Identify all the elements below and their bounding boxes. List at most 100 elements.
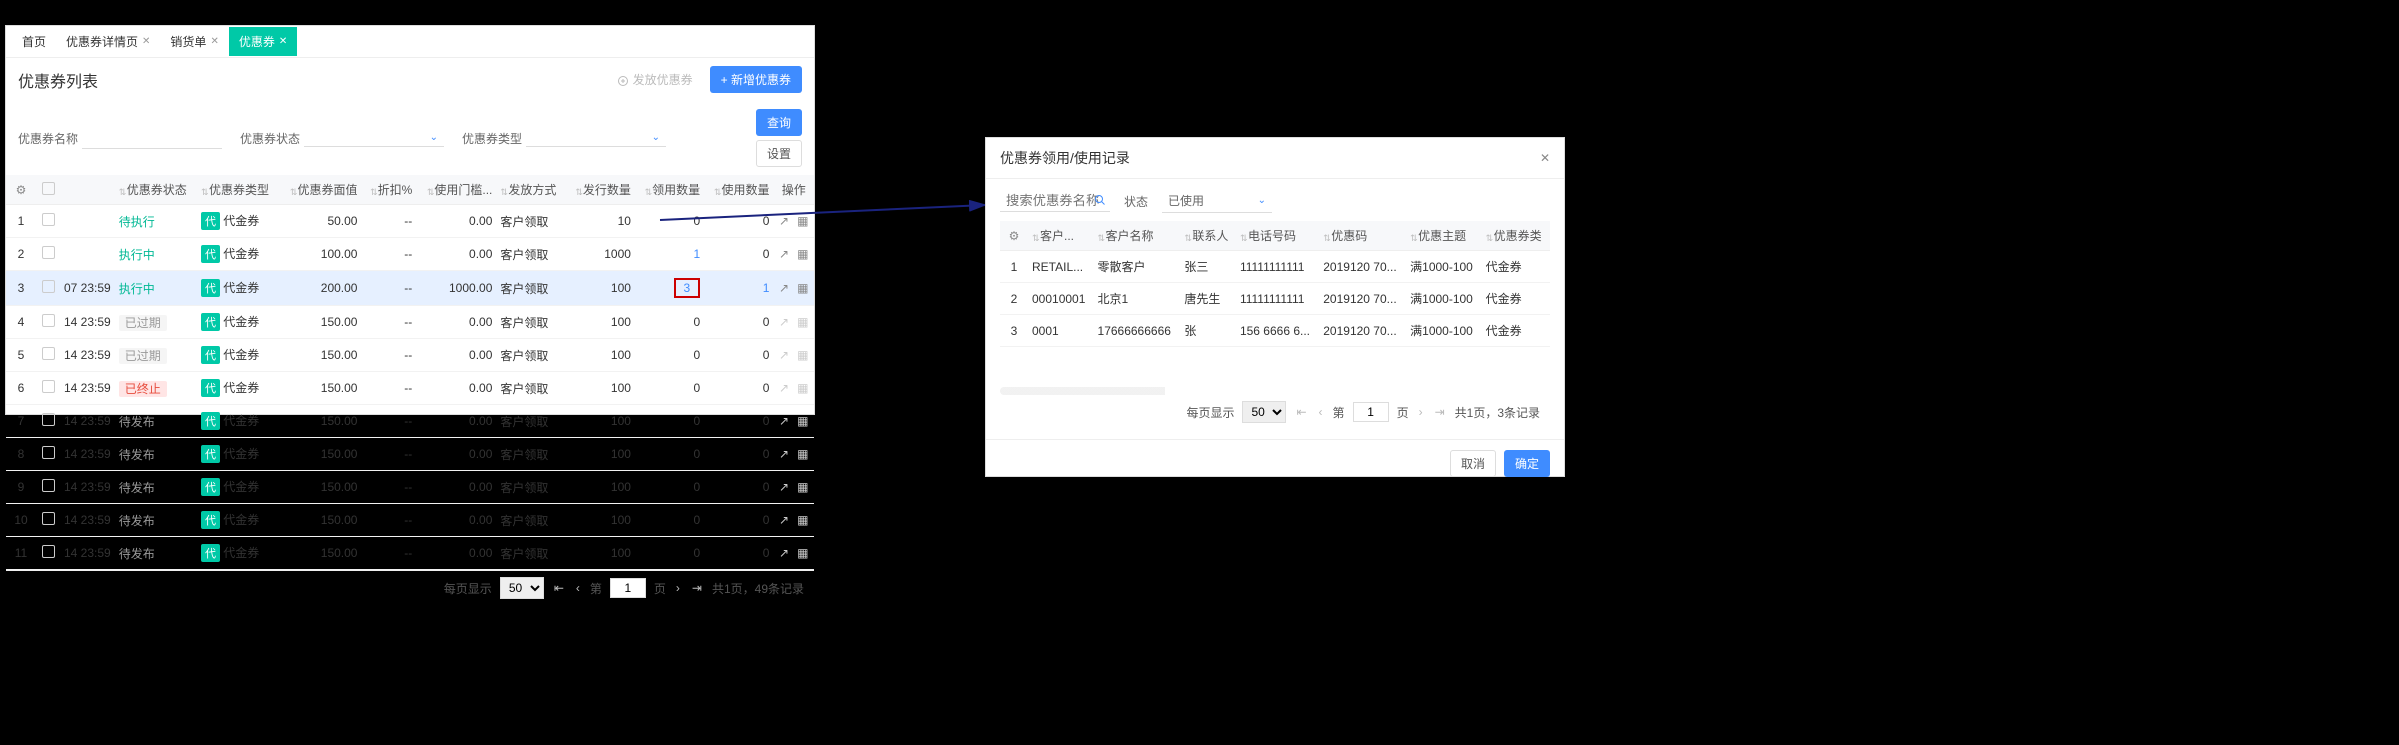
pager-first-icon[interactable]: ⇤: [552, 581, 566, 595]
th-checkbox[interactable]: [36, 175, 60, 205]
table-row[interactable]: 1114 23:59待发布代 代金券150.00--0.00客户领取10000↗…: [6, 537, 814, 570]
close-icon[interactable]: ✕: [210, 36, 218, 47]
pager-last-icon[interactable]: ⇥: [690, 581, 704, 595]
distribute-label: 发放优惠券: [633, 73, 693, 87]
share-icon[interactable]: ↗: [779, 247, 789, 261]
row-face: 150.00: [279, 471, 361, 504]
row-cust-name: 北京1: [1094, 283, 1181, 315]
close-icon[interactable]: ✕: [1540, 151, 1550, 165]
row-checkbox[interactable]: [36, 405, 60, 438]
row-index: 3: [6, 271, 36, 306]
pager-prev-icon[interactable]: ‹: [574, 581, 582, 595]
gear-icon: ⚙: [16, 183, 27, 197]
filter-type-select[interactable]: ⌄: [526, 129, 666, 147]
pager-last-icon[interactable]: ⇥: [1433, 405, 1447, 419]
pager-next-icon[interactable]: ›: [674, 581, 682, 595]
th-status[interactable]: 优惠券状态: [115, 175, 197, 205]
modal-status-select[interactable]: 已使用 ⌄: [1162, 189, 1272, 213]
table-row[interactable]: 1014 23:59待发布代 代金券150.00--0.00客户领取10000↗…: [6, 504, 814, 537]
confirm-button[interactable]: 确定: [1504, 450, 1550, 477]
filter-name-input[interactable]: [82, 127, 222, 149]
th-threshold[interactable]: 使用门槛...: [416, 175, 496, 205]
claim-qty-link[interactable]: 1: [694, 247, 701, 261]
row-threshold: 0.00: [416, 205, 496, 238]
search-icon[interactable]: [1094, 194, 1106, 209]
th-cust-name[interactable]: 客户名称: [1094, 221, 1181, 251]
pager-page-post: 页: [654, 580, 666, 597]
th-coupon-subject[interactable]: 优惠主题: [1406, 221, 1481, 251]
pager-prev-icon[interactable]: ‹: [1317, 405, 1325, 419]
table-row[interactable]: 2执行中代 代金券100.00--0.00客户领取100010↗▦: [6, 238, 814, 271]
table-row[interactable]: 307 23:59执行中代 代金券200.00--1000.00客户领取1003…: [6, 271, 814, 306]
row-checkbox[interactable]: [36, 306, 60, 339]
row-checkbox[interactable]: [36, 438, 60, 471]
close-icon[interactable]: ✕: [142, 36, 150, 47]
row-checkbox[interactable]: [36, 471, 60, 504]
tab-label: 销货单: [170, 33, 206, 50]
th-face[interactable]: 优惠券面值: [279, 175, 361, 205]
row-checkbox[interactable]: [36, 205, 60, 238]
claim-qty-link[interactable]: 3: [674, 278, 701, 298]
tab-3[interactable]: 优惠券✕: [229, 27, 297, 56]
table-row[interactable]: 1待执行代 代金券50.00--0.00客户领取1000↗▦: [6, 205, 814, 238]
use-qty-link[interactable]: 1: [763, 281, 770, 295]
cancel-button[interactable]: 取消: [1450, 450, 1496, 477]
row-issue-qty: 100: [566, 339, 635, 372]
tab-2[interactable]: 销货单 ✕: [160, 27, 228, 56]
table-row[interactable]: 614 23:59已终止代 代金券150.00--0.00客户领取10000↗▦: [6, 372, 814, 405]
row-actions: ↗▦: [773, 405, 814, 438]
pager-page-input[interactable]: [1353, 402, 1389, 422]
th-discount[interactable]: 折扣%: [361, 175, 416, 205]
row-type: 代 代金券: [197, 238, 279, 271]
scrollbar[interactable]: [1000, 387, 1550, 395]
th-use-qty[interactable]: 使用数量: [704, 175, 773, 205]
row-checkbox[interactable]: [36, 537, 60, 570]
pager-next-icon[interactable]: ›: [1417, 405, 1425, 419]
row-issue-qty: 100: [566, 271, 635, 306]
row-status: 执行中: [115, 238, 197, 271]
table-row[interactable]: 714 23:59待发布代 代金券150.00--0.00客户领取10000↗▦: [6, 405, 814, 438]
qrcode-icon[interactable]: ▦: [797, 281, 808, 295]
row-time: [60, 205, 115, 238]
tab-0[interactable]: 首页: [12, 27, 56, 56]
th-gear[interactable]: ⚙: [6, 175, 36, 205]
table-row[interactable]: 200010001北京1唐先生111111111112019120 70...满…: [1000, 283, 1550, 315]
share-icon[interactable]: ↗: [779, 214, 789, 228]
distribute-coupon-button[interactable]: 发放优惠券: [606, 66, 703, 93]
th-claim-qty[interactable]: 领用数量: [635, 175, 704, 205]
table-row[interactable]: 3000117666666666张156 6666 6...2019120 70…: [1000, 315, 1550, 347]
row-checkbox[interactable]: [36, 271, 60, 306]
per-page-select[interactable]: 50: [500, 577, 544, 599]
per-page-select[interactable]: 50: [1242, 401, 1286, 423]
row-checkbox[interactable]: [36, 372, 60, 405]
table-row[interactable]: 514 23:59已过期代 代金券150.00--0.00客户领取10000↗▦: [6, 339, 814, 372]
row-use-qty: 0: [704, 205, 773, 238]
row-checkbox[interactable]: [36, 504, 60, 537]
settings-button[interactable]: 设置: [756, 140, 802, 167]
th-cust-code[interactable]: 客户...: [1028, 221, 1094, 251]
th-method[interactable]: 发放方式: [496, 175, 565, 205]
table-row[interactable]: 1RETAIL...零散客户张三111111111112019120 70...…: [1000, 251, 1550, 283]
table-row[interactable]: 814 23:59待发布代 代金券150.00--0.00客户领取10000↗▦: [6, 438, 814, 471]
add-coupon-button[interactable]: + 新增优惠券: [710, 66, 802, 93]
share-icon[interactable]: ↗: [779, 281, 789, 295]
row-checkbox[interactable]: [36, 238, 60, 271]
th-coupon-type[interactable]: 优惠券类: [1482, 221, 1550, 251]
row-checkbox[interactable]: [36, 339, 60, 372]
tab-1[interactable]: 优惠券详情页✕: [56, 27, 160, 56]
qrcode-icon[interactable]: ▦: [797, 247, 808, 261]
table-row[interactable]: 914 23:59待发布代 代金券150.00--0.00客户领取10000↗▦: [6, 471, 814, 504]
qrcode-icon[interactable]: ▦: [797, 214, 808, 228]
pager-page-input[interactable]: [610, 578, 646, 598]
th-coupon-code[interactable]: 优惠码: [1319, 221, 1406, 251]
th-gear[interactable]: ⚙: [1000, 221, 1028, 251]
table-row[interactable]: 414 23:59已过期代 代金券150.00--0.00客户领取10000↗▦: [6, 306, 814, 339]
th-issue-qty[interactable]: 发行数量: [566, 175, 635, 205]
filter-status-select[interactable]: ⌄: [304, 129, 444, 147]
th-contact[interactable]: 联系人: [1180, 221, 1236, 251]
pager-first-icon[interactable]: ⇤: [1294, 405, 1308, 419]
th-phone[interactable]: 电话号码: [1236, 221, 1319, 251]
th-type[interactable]: 优惠券类型: [197, 175, 279, 205]
close-icon[interactable]: ✕: [279, 36, 287, 47]
search-button[interactable]: 查询: [756, 109, 802, 136]
